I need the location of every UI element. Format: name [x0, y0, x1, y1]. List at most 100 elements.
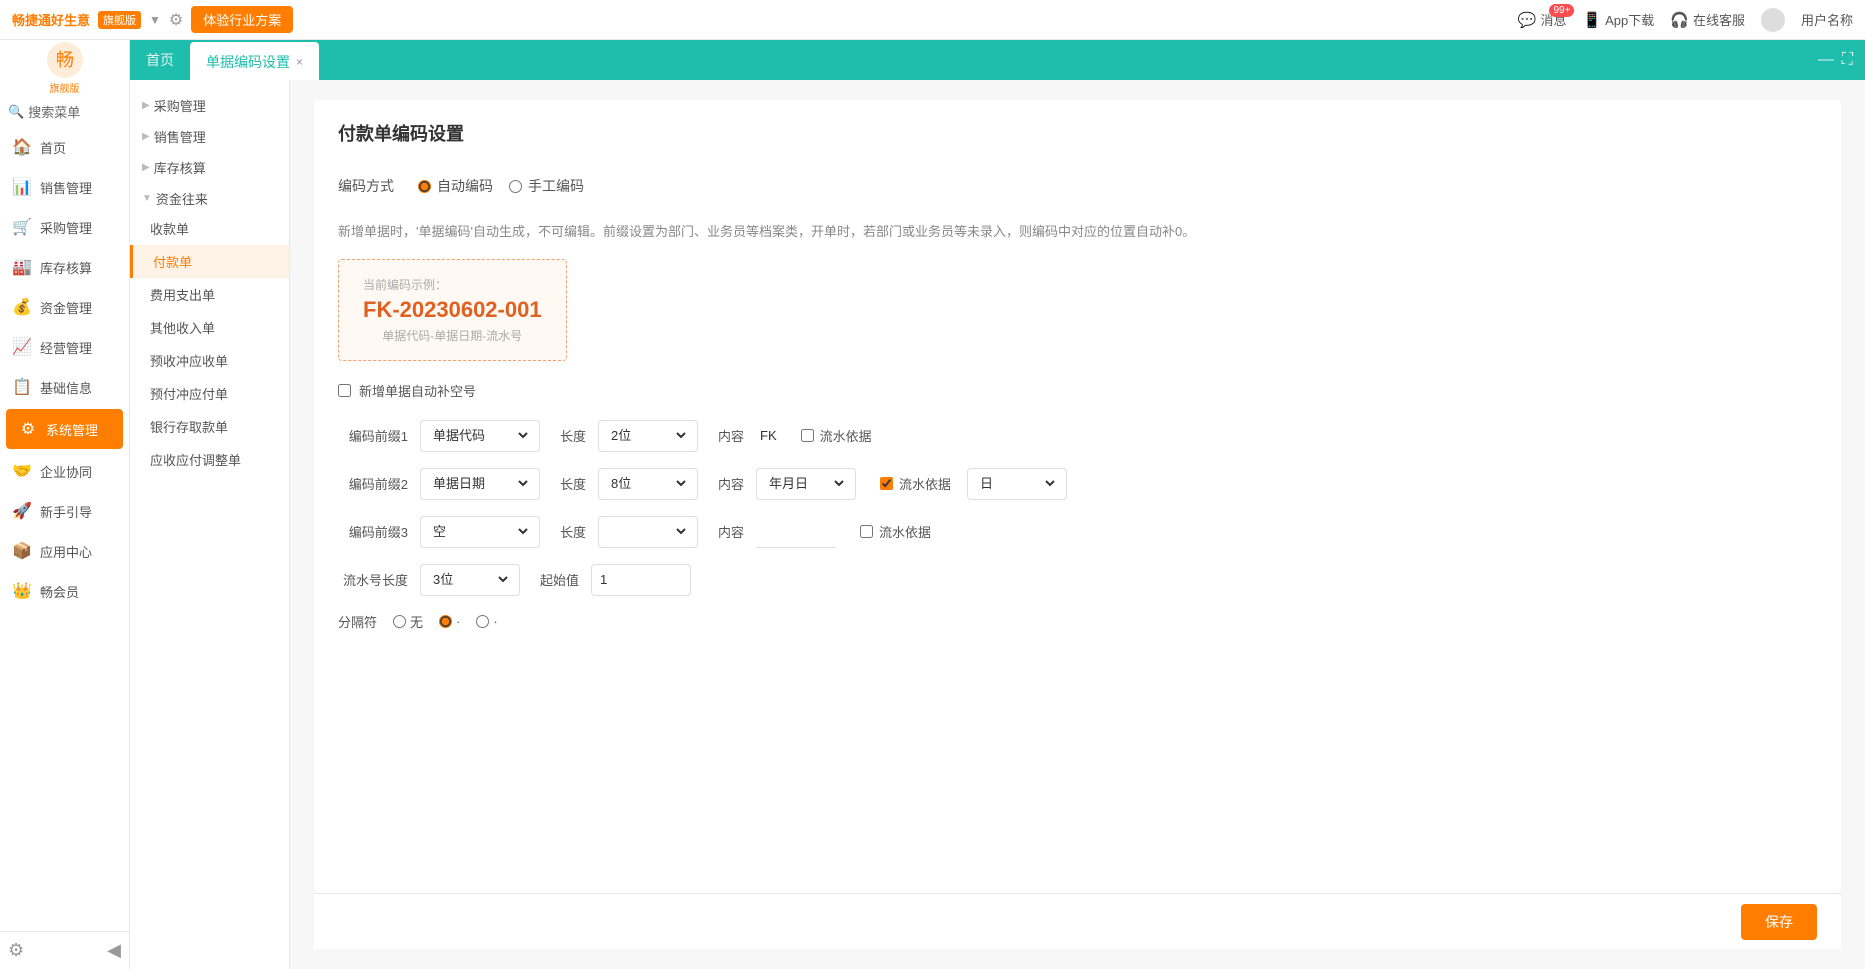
- manual-encode-radio[interactable]: [509, 180, 522, 193]
- sep-dash-radio[interactable]: [439, 615, 452, 628]
- search-menu-label: 搜索菜单: [28, 102, 80, 121]
- serial1-label: 流水依据: [820, 426, 872, 445]
- tab-encode-settings[interactable]: 单据编码设置 ×: [190, 42, 319, 82]
- submenu-group-inventory[interactable]: ▶ 库存核算: [130, 150, 289, 181]
- online-service-area[interactable]: 🎧 在线客服: [1670, 10, 1745, 29]
- sidebar-item-inventory[interactable]: 🏭 库存核算: [0, 247, 129, 287]
- sidebar-item-member[interactable]: 👑 畅会员: [0, 571, 129, 611]
- length3-label: 长度: [560, 522, 586, 541]
- tab-bar-actions: — ⛶: [1818, 51, 1865, 69]
- start-value-input[interactable]: [591, 564, 691, 596]
- gear-icon[interactable]: ⚙: [169, 10, 183, 30]
- length1-select-input[interactable]: 2位: [607, 427, 689, 444]
- submenu-inventory-label: 库存核算: [154, 158, 206, 177]
- submenu-adjust[interactable]: 应收应付调整单: [130, 443, 289, 476]
- save-button[interactable]: 保存: [1741, 904, 1817, 940]
- auto-fill-checkbox[interactable]: [338, 384, 351, 397]
- content2-select[interactable]: 年月日: [756, 468, 856, 500]
- tab-minimize-icon[interactable]: —: [1818, 51, 1834, 69]
- serial2-unit-select[interactable]: 日: [967, 468, 1067, 500]
- page-title: 付款单编码设置: [338, 120, 1817, 146]
- tab-home-label: 首页: [146, 50, 174, 70]
- capital-icon: 💰: [12, 297, 32, 317]
- length1-label: 长度: [560, 426, 586, 445]
- content2-select-input[interactable]: 年月日: [765, 475, 847, 492]
- length3-select-input[interactable]: [607, 523, 689, 540]
- sep-dash-option[interactable]: ·: [439, 614, 460, 629]
- sep-none-option[interactable]: 无: [393, 612, 423, 631]
- search-menu-btn[interactable]: 🔍 搜索菜单: [0, 96, 129, 127]
- code-example: FK-20230602-001: [363, 297, 542, 323]
- submenu-advance-recv[interactable]: 预收冲应收单: [130, 344, 289, 377]
- arrow-right-icon: ▶: [142, 100, 150, 111]
- serial1-checkbox-label[interactable]: 流水依据: [801, 426, 872, 445]
- submenu-bank[interactable]: 银行存取款单: [130, 410, 289, 443]
- user-name[interactable]: 用户名称: [1801, 10, 1853, 29]
- serial-length-select[interactable]: 3位: [420, 564, 520, 596]
- prefix1-select-input[interactable]: 单据代码: [429, 427, 531, 444]
- dropdown-arrow-icon[interactable]: ▼: [149, 13, 161, 27]
- code-preview-intro: 当前编码示例：: [363, 276, 542, 293]
- prefix3-select[interactable]: 空: [420, 516, 540, 548]
- auto-encode-option[interactable]: 自动编码: [418, 176, 493, 196]
- serial2-unit-select-input[interactable]: 日: [976, 475, 1058, 492]
- separator-row: 分隔符 无 · ·: [338, 612, 1817, 631]
- sidebar-item-enterprise[interactable]: 🤝 企业协同: [0, 451, 129, 491]
- sidebar-item-operations[interactable]: 📈 经营管理: [0, 327, 129, 367]
- sidebar-item-home[interactable]: 🏠 首页: [0, 127, 129, 167]
- prefix1-select[interactable]: 单据代码: [420, 420, 540, 452]
- logo-icon: 畅: [47, 42, 83, 78]
- sep-dot-radio[interactable]: [476, 615, 489, 628]
- sidebar-item-guide[interactable]: 🚀 新手引导: [0, 491, 129, 531]
- tab-home[interactable]: 首页: [130, 40, 190, 80]
- prefix2-select-input[interactable]: 单据日期: [429, 475, 531, 492]
- top-bar: 畅捷通好生意 旗舰版 ▼ ⚙ 体验行业方案 💬 消息 99+ 📱 App下载 🎧…: [0, 0, 1865, 40]
- search-icon: 🔍: [8, 104, 24, 120]
- serial2-checkbox-label[interactable]: 流水依据: [880, 474, 951, 493]
- submenu-expense[interactable]: 费用支出单: [130, 278, 289, 311]
- serial3-checkbox-label[interactable]: 流水依据: [860, 522, 931, 541]
- app-download-area[interactable]: 📱 App下载: [1582, 10, 1654, 29]
- manual-encode-option[interactable]: 手工编码: [509, 176, 584, 196]
- submenu-other-income[interactable]: 其他收入单: [130, 311, 289, 344]
- submenu-receipt[interactable]: 收款单: [130, 212, 289, 245]
- length2-select[interactable]: 8位: [598, 468, 698, 500]
- tab-close-icon[interactable]: ×: [296, 55, 303, 69]
- serial-length-select-input[interactable]: 3位: [429, 571, 511, 588]
- avatar[interactable]: [1761, 8, 1785, 32]
- sidebar-item-sales[interactable]: 📊 销售管理: [0, 167, 129, 207]
- tab-maximize-icon[interactable]: ⛶: [1842, 51, 1853, 69]
- sidebar-item-purchase[interactable]: 🛒 采购管理: [0, 207, 129, 247]
- sep-dot-option[interactable]: ·: [476, 614, 497, 629]
- encoding-mode-label: 编码方式: [338, 176, 394, 196]
- sep-none-radio[interactable]: [393, 615, 406, 628]
- enterprise-icon: 🤝: [12, 461, 32, 481]
- submenu-group-capital[interactable]: ▼ 资金往来: [130, 181, 289, 212]
- auto-encode-radio[interactable]: [418, 180, 431, 193]
- trial-button[interactable]: 体验行业方案: [191, 6, 293, 33]
- serial1-checkbox[interactable]: [801, 429, 814, 442]
- length1-select[interactable]: 2位: [598, 420, 698, 452]
- sidebar-item-capital[interactable]: 💰 资金管理: [0, 287, 129, 327]
- sidebar-item-app-center[interactable]: 📦 应用中心: [0, 531, 129, 571]
- submenu-payment[interactable]: 付款单: [130, 245, 289, 278]
- submenu-group-purchase[interactable]: ▶ 采购管理: [130, 88, 289, 119]
- submenu-advance-pay[interactable]: 预付冲应付单: [130, 377, 289, 410]
- collapse-icon[interactable]: ◀: [107, 940, 121, 961]
- serial3-checkbox[interactable]: [860, 525, 873, 538]
- sales-icon: 📊: [12, 177, 32, 197]
- prefix2-select[interactable]: 单据日期: [420, 468, 540, 500]
- nav-system-label: 系统管理: [46, 420, 98, 439]
- prefix3-select-input[interactable]: 空: [429, 523, 531, 540]
- submenu-group-sales[interactable]: ▶ 销售管理: [130, 119, 289, 150]
- sidebar-item-basic-info[interactable]: 📋 基础信息: [0, 367, 129, 407]
- message-area[interactable]: 💬 消息 99+: [1518, 10, 1567, 29]
- length3-select[interactable]: [598, 516, 698, 548]
- serial2-checkbox[interactable]: [880, 477, 893, 490]
- top-bar-right: 💬 消息 99+ 📱 App下载 🎧 在线客服 用户名称: [1518, 8, 1853, 32]
- sidebar-item-system[interactable]: ⚙ 系统管理: [6, 409, 123, 449]
- nav-enterprise-label: 企业协同: [40, 462, 92, 481]
- settings-icon[interactable]: ⚙: [8, 940, 24, 961]
- message-badge: 99+: [1549, 4, 1574, 17]
- length2-select-input[interactable]: 8位: [607, 475, 689, 492]
